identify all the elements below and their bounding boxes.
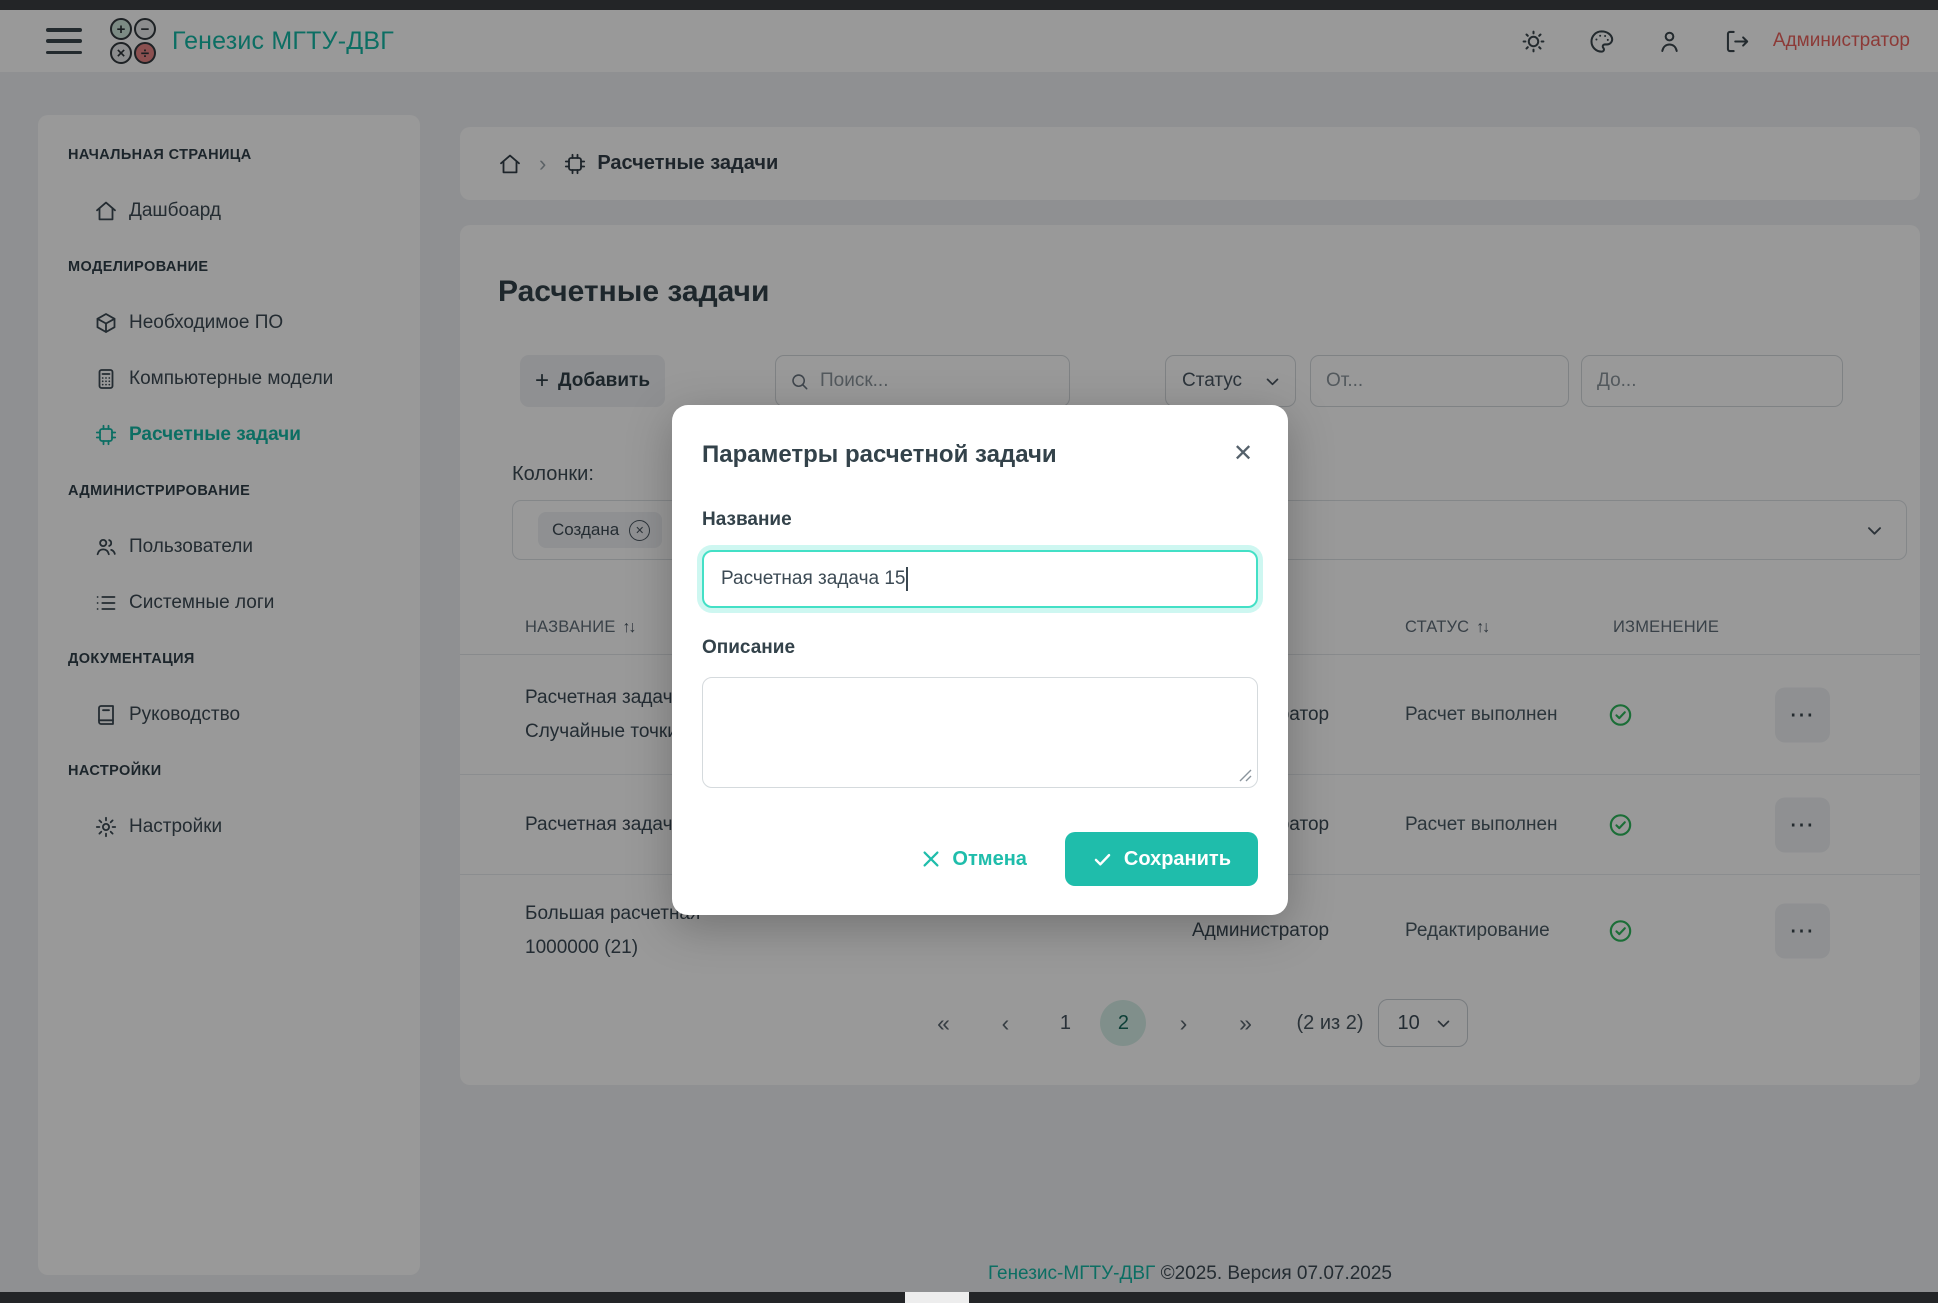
description-field-label: Описание — [702, 637, 796, 658]
save-button[interactable]: Сохранить — [1064, 832, 1258, 886]
bottom-chrome-highlight — [905, 1292, 969, 1303]
task-name-input[interactable]: Расчетная задача 15 — [702, 550, 1258, 608]
bottom-chrome-strip — [0, 1292, 1938, 1303]
top-chrome-strip — [0, 0, 1938, 10]
task-params-modal: Параметры расчетной задачи ✕ Название Ра… — [672, 405, 1288, 915]
resize-handle-icon[interactable] — [1239, 769, 1252, 782]
modal-actions: Отмена Сохранить — [920, 832, 1258, 886]
close-icon — [920, 848, 942, 870]
check-icon — [1092, 849, 1113, 870]
modal-title: Параметры расчетной задачи — [702, 441, 1057, 468]
close-icon[interactable]: ✕ — [1230, 441, 1256, 467]
cancel-button[interactable]: Отмена — [920, 848, 1027, 871]
name-field-label: Название — [702, 509, 792, 530]
text-caret — [906, 567, 908, 591]
task-description-textarea[interactable] — [702, 677, 1258, 788]
